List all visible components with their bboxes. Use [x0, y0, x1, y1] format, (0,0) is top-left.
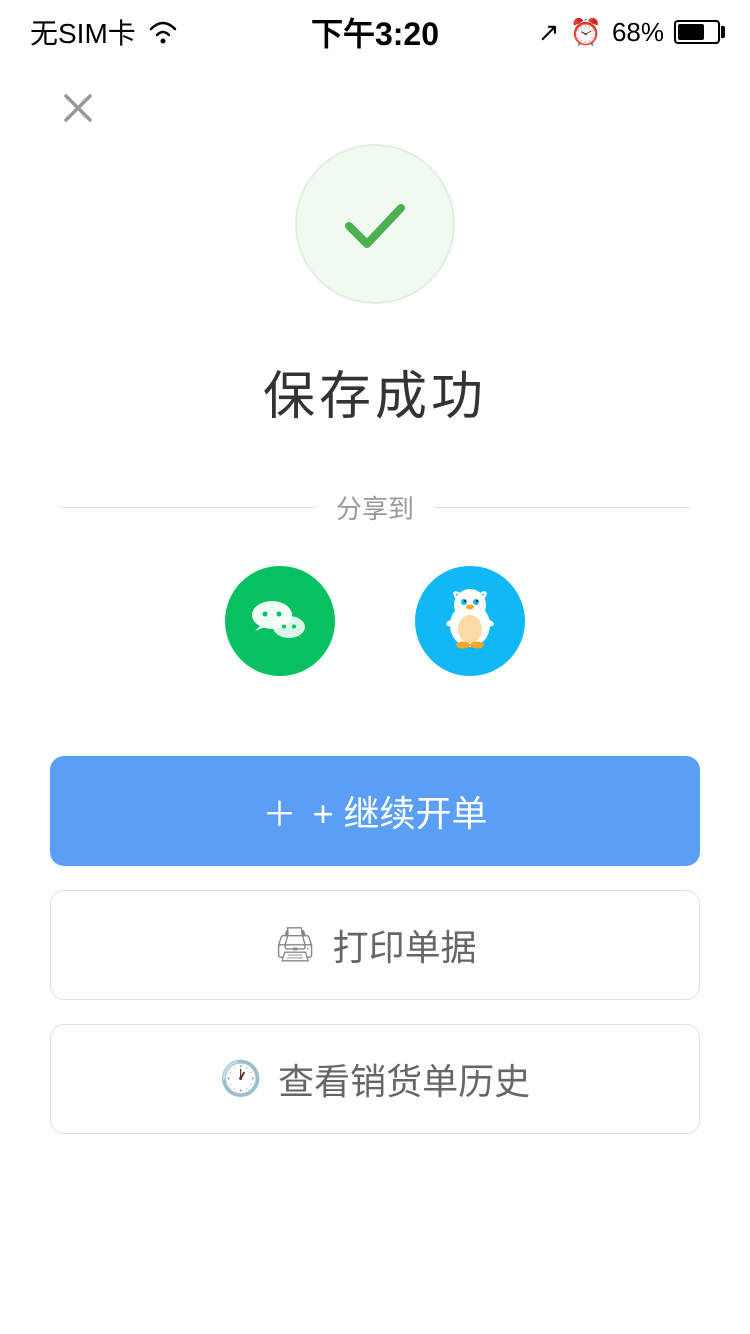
- share-divider: 分享到: [0, 489, 750, 526]
- alarm-icon: ⏰: [570, 17, 602, 48]
- print-button[interactable]: 🖨 打印单据: [50, 890, 700, 1000]
- success-circle: [295, 144, 455, 304]
- wifi-icon: [146, 19, 180, 45]
- status-bar: 无SIM卡 下午3:20 ↗ ⏰ 68%: [0, 0, 750, 64]
- close-button[interactable]: [50, 80, 106, 136]
- qq-icon: [438, 587, 502, 655]
- continue-label: + 继续开单: [312, 785, 487, 837]
- history-icon: 🕐: [220, 1059, 262, 1099]
- status-left: 无SIM卡: [30, 12, 180, 52]
- wechat-icon: [247, 593, 313, 649]
- status-right: ↗ ⏰ 68%: [538, 17, 720, 48]
- continue-button[interactable]: ＋ + 继续开单: [50, 756, 700, 866]
- print-label: 打印单据: [333, 919, 477, 971]
- printer-icon: 🖨: [273, 925, 316, 965]
- checkmark-icon: [335, 184, 415, 264]
- status-time: 下午3:20: [311, 9, 439, 55]
- divider-line-right: [434, 507, 690, 508]
- battery-icon: [674, 20, 720, 44]
- history-label: 查看销货单历史: [278, 1053, 530, 1105]
- plus-icon: ＋: [262, 787, 296, 836]
- location-icon: ↗: [538, 17, 560, 48]
- share-label: 分享到: [316, 489, 434, 526]
- action-buttons: ＋ + 继续开单 🖨 打印单据 🕐 查看销货单历史: [0, 756, 750, 1134]
- main-content: 保存成功 分享到: [0, 64, 750, 1134]
- close-icon: [60, 90, 96, 126]
- history-button[interactable]: 🕐 查看销货单历史: [50, 1024, 700, 1134]
- qq-share-button[interactable]: [415, 566, 525, 676]
- divider-line-left: [60, 507, 316, 508]
- share-icons: [225, 566, 525, 676]
- wechat-share-button[interactable]: [225, 566, 335, 676]
- carrier-text: 无SIM卡: [30, 12, 136, 52]
- success-title: 保存成功: [263, 354, 487, 429]
- battery-text: 68%: [612, 17, 664, 48]
